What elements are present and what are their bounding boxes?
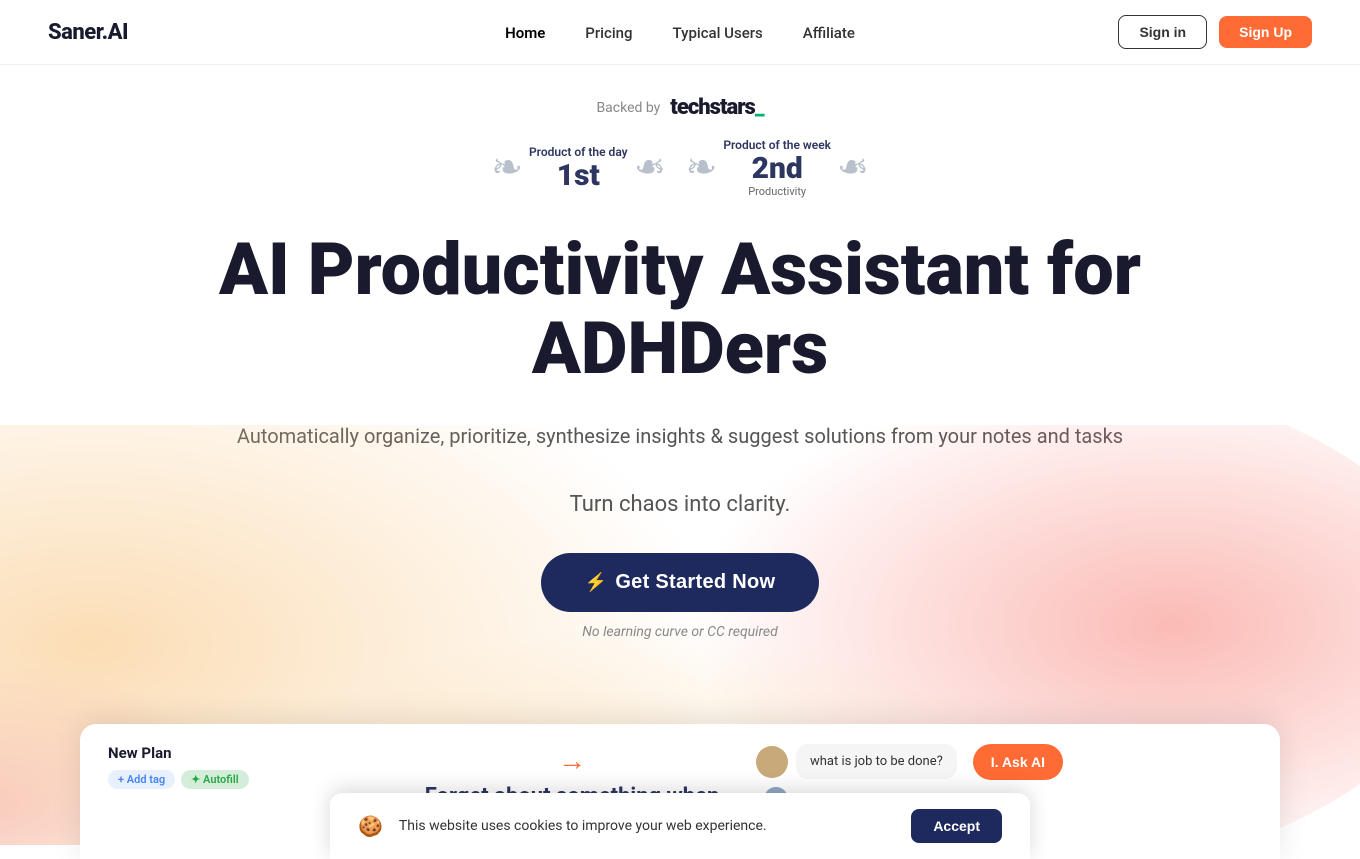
cookie-message: This website uses cookies to improve you… (399, 818, 895, 834)
award-2: ❧ Product of the week 2nd Productivity ❧ (685, 138, 868, 198)
laurel-left-2: ❧ (685, 149, 717, 187)
award2-rank: 2nd (723, 152, 831, 185)
award1-title: Product of the day (529, 145, 628, 159)
cta-section: ⚡ Get Started Now No learning curve or C… (541, 553, 820, 640)
card-tags: + Add tag ✦ Autofill (108, 770, 388, 789)
chat-bubble: what is job to be done? (796, 744, 957, 779)
navbar: Saner.AI Home Pricing Typical Users Affi… (0, 0, 1360, 65)
backed-by-label: Backed by (596, 100, 660, 116)
plan-title: New Plan (108, 744, 388, 762)
nav-item-affiliate[interactable]: Affiliate (803, 24, 855, 42)
techstars-logo: techstars_ (670, 95, 763, 120)
cta-note: No learning curve or CC required (582, 624, 778, 640)
award2-sub: Productivity (723, 185, 831, 198)
hero-subtitle: Automatically organize, prioritize, synt… (237, 420, 1123, 452)
laurel-right-2: ❧ (837, 149, 869, 187)
award1-rank: 1st (529, 159, 628, 192)
nav-item-pricing[interactable]: Pricing (585, 24, 632, 42)
cta-button[interactable]: ⚡ Get Started Now (541, 553, 820, 612)
main-headline: AI Productivity Assistant for ADHDers (105, 230, 1255, 388)
nav-logo[interactable]: Saner.AI (48, 20, 128, 45)
lightning-icon: ⚡ (585, 572, 608, 593)
cookie-banner: 🍪 This website uses cookies to improve y… (330, 793, 1030, 859)
tag-add[interactable]: + Add tag (108, 770, 175, 789)
award2-title: Product of the week (723, 138, 831, 152)
card-left: New Plan + Add tag ✦ Autofill (108, 744, 388, 789)
cta-label: Get Started Now (615, 571, 775, 594)
nav-item-typical-users[interactable]: Typical Users (673, 24, 763, 42)
tag-autofill[interactable]: ✦ Autofill (181, 770, 248, 789)
signup-button[interactable]: Sign Up (1219, 16, 1312, 48)
ask-ai-button[interactable]: I. Ask AI (973, 744, 1063, 780)
cookie-accept-button[interactable]: Accept (911, 809, 1002, 843)
cookie-icon: 🍪 (358, 814, 383, 838)
hero-section: Backed by techstars_ ❧ Product of the da… (0, 65, 1360, 859)
backed-by: Backed by techstars_ (596, 95, 763, 120)
signin-button[interactable]: Sign in (1118, 15, 1207, 49)
laurel-right-1: ❧ (634, 149, 666, 187)
laurel-left-1: ❧ (491, 149, 523, 187)
nav-actions: Sign in Sign Up (1118, 15, 1312, 49)
nav-links: Home Pricing Typical Users Affiliate (505, 23, 855, 42)
awards-row: ❧ Product of the day 1st ❧ ❧ Product of … (491, 138, 869, 198)
award-1: ❧ Product of the day 1st ❧ (491, 145, 665, 192)
hero-tagline: Turn chaos into clarity. (570, 492, 791, 517)
nav-item-home[interactable]: Home (505, 24, 545, 42)
